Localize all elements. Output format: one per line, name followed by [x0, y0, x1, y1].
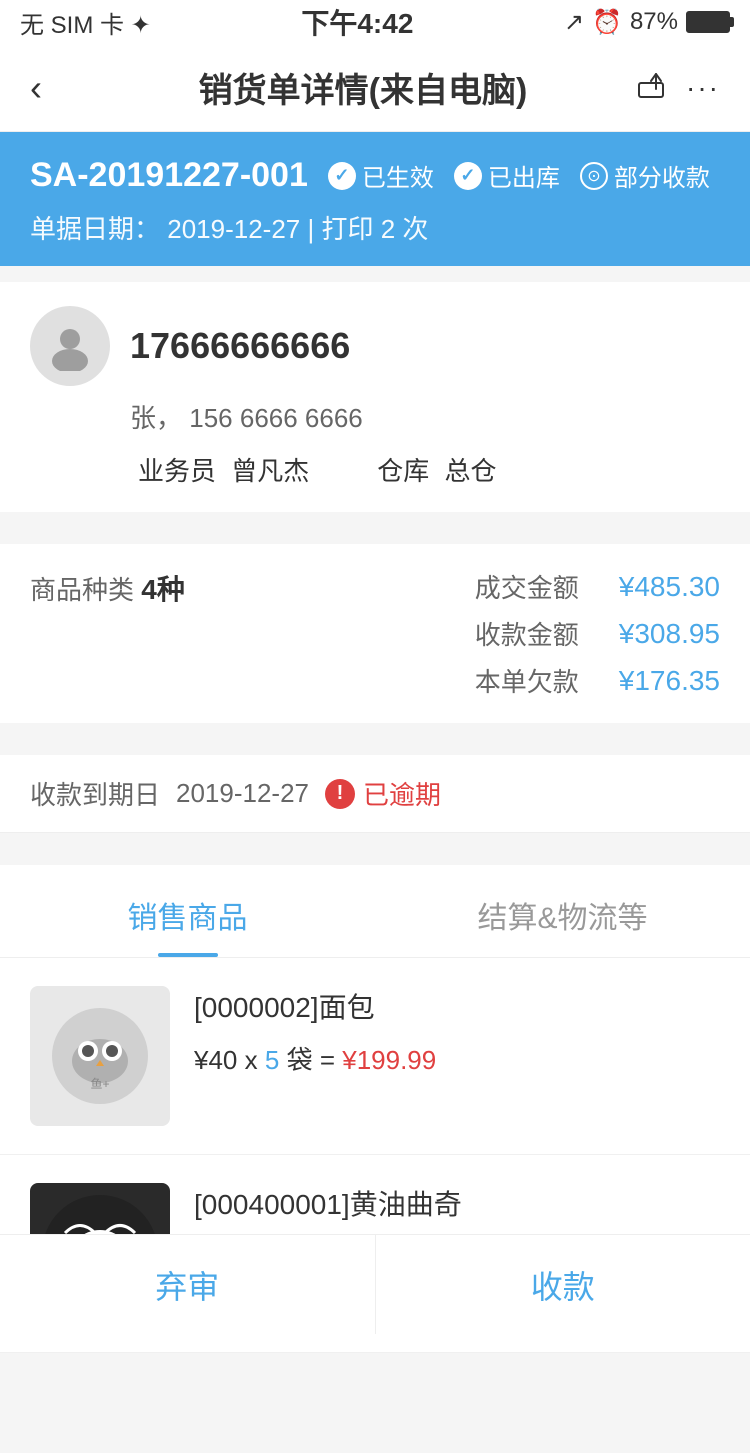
abandon-review-button[interactable]: 弃审	[0, 1235, 376, 1334]
check-icon-1: ✓	[328, 162, 356, 190]
stats-card: 商品种类 4种 成交金额 ¥485.30 收款金额 ¥308.95 本单欠款 ¥…	[0, 544, 750, 723]
price-x-1: x	[245, 1045, 265, 1075]
order-id-row: SA-20191227-001 ✓ 已生效 ✓ 已出库 ⊙ 部分收款	[30, 156, 720, 195]
customer-contact-phone: 156 6666 6666	[189, 403, 363, 433]
bottom-bar: 弃审 收款	[0, 1234, 750, 1334]
warehouse-label: 仓库	[377, 456, 429, 486]
badge-shipped: ✓ 已出库	[454, 158, 560, 193]
product-qty-1: 5	[265, 1045, 279, 1075]
location-icon: ↗	[564, 8, 584, 37]
order-date: 2019-12-27	[167, 214, 300, 244]
check-icon-2: ✓	[454, 162, 482, 190]
product-unit-1: 袋	[287, 1045, 313, 1075]
customer-meta: 业务员 曾凡杰 仓库 总仓	[30, 451, 720, 488]
debt-amount: ¥176.35	[619, 665, 720, 697]
product-image-1: 鱼+	[30, 986, 170, 1126]
transaction-row: 成交金额 ¥485.30	[475, 568, 720, 605]
print-count: 2	[381, 214, 395, 244]
divider-1	[0, 266, 750, 282]
customer-name-phone: 张， 156 6666 6666	[30, 398, 720, 435]
divider-3	[0, 739, 750, 755]
nav-right-icons: ···	[636, 69, 720, 107]
due-date-bar: 收款到期日 2019-12-27 ! 已逾期	[0, 755, 750, 833]
price-value-1: ¥40	[194, 1045, 237, 1075]
badge-partial-label: 部分收款	[614, 158, 710, 193]
overdue-label: 已逾期	[363, 775, 441, 812]
product-item: 鱼+ [0000002]面包 ¥40 x 5 袋 = ¥199.99	[0, 958, 750, 1155]
svg-text:鱼+: 鱼+	[90, 1077, 109, 1091]
product-thumb-1: 鱼+	[30, 986, 170, 1126]
signal-text: 无 SIM 卡 ✦	[20, 5, 151, 40]
customer-avatar	[30, 306, 110, 386]
date-label: 单据日期：	[30, 214, 160, 244]
product-price-1: ¥40 x 5 袋 = ¥199.99	[194, 1040, 720, 1077]
abandon-review-label: 弃审	[155, 1262, 219, 1308]
alarm-icon: ⏰	[592, 8, 622, 37]
bottom-spacer	[0, 1353, 750, 1453]
payment-label: 收款金额	[475, 615, 579, 652]
print-label: | 打印	[307, 214, 373, 244]
transaction-label: 成交金额	[475, 568, 579, 605]
status-bar: 无 SIM 卡 ✦ 下午4:42 ↗ ⏰ 87%	[0, 0, 750, 44]
warehouse-meta: 仓库 总仓	[369, 451, 496, 488]
sales-label: 业务员	[138, 456, 216, 486]
product-name-2: [000400001]黄油曲奇	[194, 1183, 720, 1223]
price-eq-1: =	[320, 1045, 342, 1075]
divider-2	[0, 528, 750, 544]
customer-main-row: 17666666666	[30, 306, 720, 386]
order-date-row: 单据日期： 2019-12-27 | 打印 2 次	[30, 209, 720, 246]
tab-settlement[interactable]: 结算&物流等	[375, 865, 750, 957]
clock-icon: ⊙	[580, 162, 608, 190]
stats-amounts: 成交金额 ¥485.30 收款金额 ¥308.95 本单欠款 ¥176.35	[475, 568, 720, 699]
collect-payment-button[interactable]: 收款	[376, 1235, 750, 1334]
overdue-icon: !	[325, 779, 355, 809]
sales-meta: 业务员 曾凡杰	[130, 451, 309, 488]
product-tabs: 销售商品 结算&物流等	[0, 865, 750, 958]
badge-active-label: 已生效	[362, 158, 434, 193]
payment-amount: ¥308.95	[619, 618, 720, 650]
due-date-value: 2019-12-27	[176, 778, 309, 809]
collect-payment-label: 收款	[531, 1262, 595, 1308]
debt-label: 本单欠款	[475, 662, 579, 699]
order-header: SA-20191227-001 ✓ 已生效 ✓ 已出库 ⊙ 部分收款 单据日期：…	[0, 132, 750, 266]
product-name-1: [0000002]面包	[194, 986, 720, 1026]
page-title: 销货单详情(来自电脑)	[199, 63, 528, 112]
tab-settlement-label: 结算&物流等	[477, 902, 647, 935]
tab-sales-product-label: 销售商品	[128, 902, 248, 935]
customer-phone[interactable]: 17666666666	[130, 325, 350, 367]
back-button[interactable]: ‹	[30, 67, 90, 109]
sales-name: 曾凡杰	[231, 456, 309, 486]
battery-text: 87%	[630, 8, 678, 36]
order-id: SA-20191227-001	[30, 156, 308, 195]
divider-4	[0, 849, 750, 865]
tab-sales-product[interactable]: 销售商品	[0, 865, 375, 957]
nav-bar: ‹ 销货单详情(来自电脑) ···	[0, 44, 750, 132]
customer-name: 张，	[130, 403, 182, 433]
product-total-1: ¥199.99	[342, 1045, 436, 1075]
print-suffix: 次	[402, 214, 428, 244]
more-icon[interactable]: ···	[686, 72, 720, 104]
due-date-label: 收款到期日	[30, 775, 160, 812]
overdue-badge: ! 已逾期	[325, 775, 441, 812]
badge-shipped-label: 已出库	[488, 158, 560, 193]
category-count: 4种	[141, 574, 185, 605]
product-info-1: [0000002]面包 ¥40 x 5 袋 = ¥199.99	[194, 986, 720, 1126]
category-label: 商品种类	[30, 575, 134, 605]
warehouse-name: 总仓	[445, 456, 497, 486]
status-bar-left: 无 SIM 卡 ✦	[20, 5, 151, 40]
share-icon[interactable]	[636, 69, 666, 107]
customer-card: 17666666666 张， 156 6666 6666 业务员 曾凡杰 仓库 …	[0, 282, 750, 512]
transaction-amount: ¥485.30	[619, 571, 720, 603]
badge-active: ✓ 已生效	[328, 158, 434, 193]
status-bar-time: 下午4:42	[301, 2, 413, 42]
battery-icon	[686, 11, 730, 33]
badge-partial: ⊙ 部分收款	[580, 158, 710, 193]
payment-row: 收款金额 ¥308.95	[475, 615, 720, 652]
stats-category: 商品种类 4种	[30, 568, 185, 699]
debt-row: 本单欠款 ¥176.35	[475, 662, 720, 699]
status-bar-right: ↗ ⏰ 87%	[564, 8, 730, 37]
